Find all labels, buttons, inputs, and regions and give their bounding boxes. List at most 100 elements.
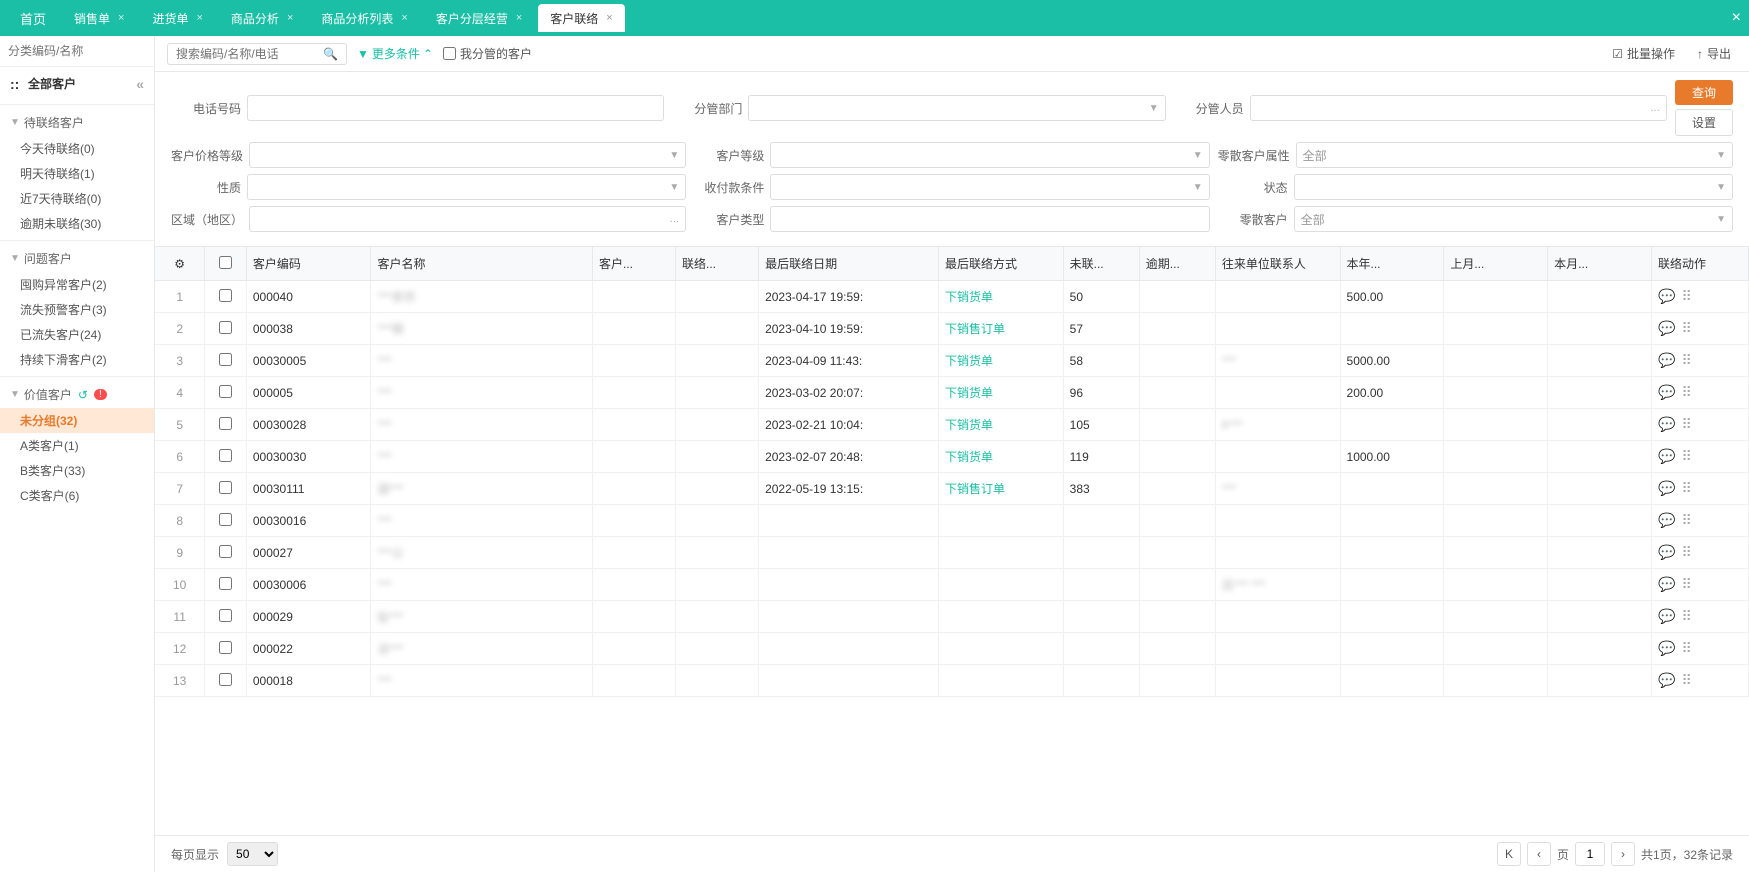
contact-icon-11[interactable]: 💬 xyxy=(1658,640,1675,657)
more-action-icon-4[interactable]: ⠿ xyxy=(1681,416,1691,433)
contact-icon-0[interactable]: 💬 xyxy=(1658,288,1675,305)
batch-op-btn[interactable]: ☑ 批量操作 xyxy=(1606,42,1681,65)
tab-analysis-list[interactable]: 商品分析列表 × xyxy=(309,4,419,32)
tab-purchase[interactable]: 进货单 × xyxy=(140,4,214,32)
th-action[interactable]: 联络动作 xyxy=(1652,247,1749,281)
sidebar-item-declining[interactable]: 持续下滑客户(2) xyxy=(0,347,154,372)
tab-analysis[interactable]: 商品分析 × xyxy=(219,4,305,32)
contact-icon-2[interactable]: 💬 xyxy=(1658,352,1675,369)
more-action-icon-9[interactable]: ⠿ xyxy=(1681,576,1691,593)
th-lastmonth[interactable]: 上月... xyxy=(1444,247,1548,281)
nav-home[interactable]: 首页 xyxy=(8,9,58,28)
contact-icon-4[interactable]: 💬 xyxy=(1658,416,1675,433)
contact-icon-7[interactable]: 💬 xyxy=(1658,512,1675,529)
sidebar-item-churning[interactable]: 流失预警客户(3) xyxy=(0,297,154,322)
prev-page-btn[interactable]: ‹ xyxy=(1527,842,1551,866)
sidebar-item-classC[interactable]: C类客户(6) xyxy=(0,483,154,508)
cell-cb-1[interactable] xyxy=(205,313,247,345)
contact-icon-1[interactable]: 💬 xyxy=(1658,320,1675,337)
tab-customer-tier[interactable]: 客户分层经营 × xyxy=(424,4,534,32)
th-method[interactable]: 最后联络方式 xyxy=(939,247,1064,281)
main-search-input[interactable] xyxy=(176,47,319,61)
sidebar-item-tomorrow[interactable]: 明天待联络(1) xyxy=(0,161,154,186)
more-action-icon-12[interactable]: ⠿ xyxy=(1681,672,1691,689)
my-customers-checkbox[interactable] xyxy=(443,47,456,60)
main-search-icon[interactable]: 🔍 xyxy=(323,47,338,61)
th-type[interactable]: 客户... xyxy=(592,247,675,281)
more-action-icon-2[interactable]: ⠿ xyxy=(1681,352,1691,369)
close-tab-analysis-list[interactable]: × xyxy=(401,12,407,24)
more-action-icon-5[interactable]: ⠿ xyxy=(1681,448,1691,465)
more-action-icon-11[interactable]: ⠿ xyxy=(1681,640,1691,657)
price-select[interactable]: ▼ xyxy=(249,142,686,168)
sidebar-group-pending[interactable]: ▼ 待联络客户 xyxy=(0,109,154,136)
level-select[interactable]: ▼ xyxy=(770,142,1209,168)
th-year[interactable]: 本年... xyxy=(1340,247,1444,281)
more-action-icon-7[interactable]: ⠿ xyxy=(1681,512,1691,529)
cell-cb-4[interactable] xyxy=(205,409,247,441)
attr-select[interactable]: 全部 ▼ xyxy=(1296,142,1733,168)
more-action-icon-0[interactable]: ⠿ xyxy=(1681,288,1691,305)
more-action-icon-8[interactable]: ⠿ xyxy=(1681,544,1691,561)
close-tab-analysis[interactable]: × xyxy=(287,12,293,24)
th-days[interactable]: 未联... xyxy=(1063,247,1139,281)
status-select[interactable]: ▼ xyxy=(1294,174,1733,200)
th-name[interactable]: 客户名称 xyxy=(371,247,593,281)
phone-input[interactable] xyxy=(247,95,664,121)
th-checkbox[interactable] xyxy=(205,247,247,281)
more-action-icon-10[interactable]: ⠿ xyxy=(1681,608,1691,625)
sidebar-group-value[interactable]: ▼ 价值客户 ↺ ! xyxy=(0,381,154,408)
sidebar-item-churned[interactable]: 已流失客户(24) xyxy=(0,322,154,347)
page-number-input[interactable] xyxy=(1575,842,1605,866)
tab-customer-contact[interactable]: 客户联络 × xyxy=(538,4,624,32)
close-all-tabs[interactable]: × xyxy=(1732,9,1741,27)
contact-icon-9[interactable]: 💬 xyxy=(1658,576,1675,593)
select-all-checkbox[interactable] xyxy=(219,256,232,269)
cell-cb-9[interactable] xyxy=(205,569,247,601)
th-date[interactable]: 最后联络日期 xyxy=(759,247,939,281)
sidebar-group-problems[interactable]: ▼ 问题客户 xyxy=(0,245,154,272)
all-customers-header[interactable]: :: 全部客户 « xyxy=(0,67,154,100)
contact-icon-5[interactable]: 💬 xyxy=(1658,448,1675,465)
sidebar-item-today[interactable]: 今天待联络(0) xyxy=(0,136,154,161)
th-thismonth[interactable]: 本月... xyxy=(1548,247,1652,281)
cell-cb-2[interactable] xyxy=(205,345,247,377)
th-code[interactable]: 客户编码 xyxy=(246,247,371,281)
cell-cb-7[interactable] xyxy=(205,505,247,537)
more-conditions-btn[interactable]: ▼ 更多条件 ⌃ xyxy=(357,45,433,62)
sidebar-search-input[interactable] xyxy=(8,44,155,58)
page-size-select[interactable]: 50 100 200 xyxy=(227,842,278,866)
close-tab-purchase[interactable]: × xyxy=(196,12,202,24)
cell-cb-8[interactable] xyxy=(205,537,247,569)
tab-sales[interactable]: 销售单 × xyxy=(62,4,136,32)
reset-btn[interactable]: 设置 xyxy=(1675,109,1733,136)
first-page-btn[interactable]: K xyxy=(1497,842,1521,866)
more-action-icon-6[interactable]: ⠿ xyxy=(1681,480,1691,497)
th-contact[interactable]: 联络... xyxy=(676,247,759,281)
cell-cb-10[interactable] xyxy=(205,601,247,633)
region-select[interactable]: … xyxy=(249,206,686,232)
main-search-box[interactable]: 🔍 xyxy=(167,43,347,65)
cell-cb-11[interactable] xyxy=(205,633,247,665)
th-settings[interactable]: ⚙ xyxy=(155,247,205,281)
th-overdue[interactable]: 逾期... xyxy=(1139,247,1215,281)
contact-icon-10[interactable]: 💬 xyxy=(1658,608,1675,625)
contact-icon-6[interactable]: 💬 xyxy=(1658,480,1675,497)
pay-select[interactable]: ▼ xyxy=(770,174,1209,200)
collapse-sidebar-btn[interactable]: « xyxy=(136,76,144,92)
sidebar-item-classB[interactable]: B类客户(33) xyxy=(0,458,154,483)
sidebar-item-abnormal[interactable]: 囤购异常客户(2) xyxy=(0,272,154,297)
cell-cb-5[interactable] xyxy=(205,441,247,473)
contact-icon-3[interactable]: 💬 xyxy=(1658,384,1675,401)
more-action-icon-1[interactable]: ⠿ xyxy=(1681,320,1691,337)
more-action-icon-3[interactable]: ⠿ xyxy=(1681,384,1691,401)
sidebar-item-overdue[interactable]: 逾期未联络(30) xyxy=(0,211,154,236)
sidebar-item-classA[interactable]: A类客户(1) xyxy=(0,433,154,458)
th-contacts[interactable]: 往来单位联系人 xyxy=(1215,247,1340,281)
cell-cb-6[interactable] xyxy=(205,473,247,505)
property-select[interactable]: ▼ xyxy=(247,174,686,200)
contact-icon-12[interactable]: 💬 xyxy=(1658,672,1675,689)
type-select[interactable] xyxy=(770,206,1209,232)
contact-icon-8[interactable]: 💬 xyxy=(1658,544,1675,561)
retail-select[interactable]: 全部 ▼ xyxy=(1294,206,1733,232)
